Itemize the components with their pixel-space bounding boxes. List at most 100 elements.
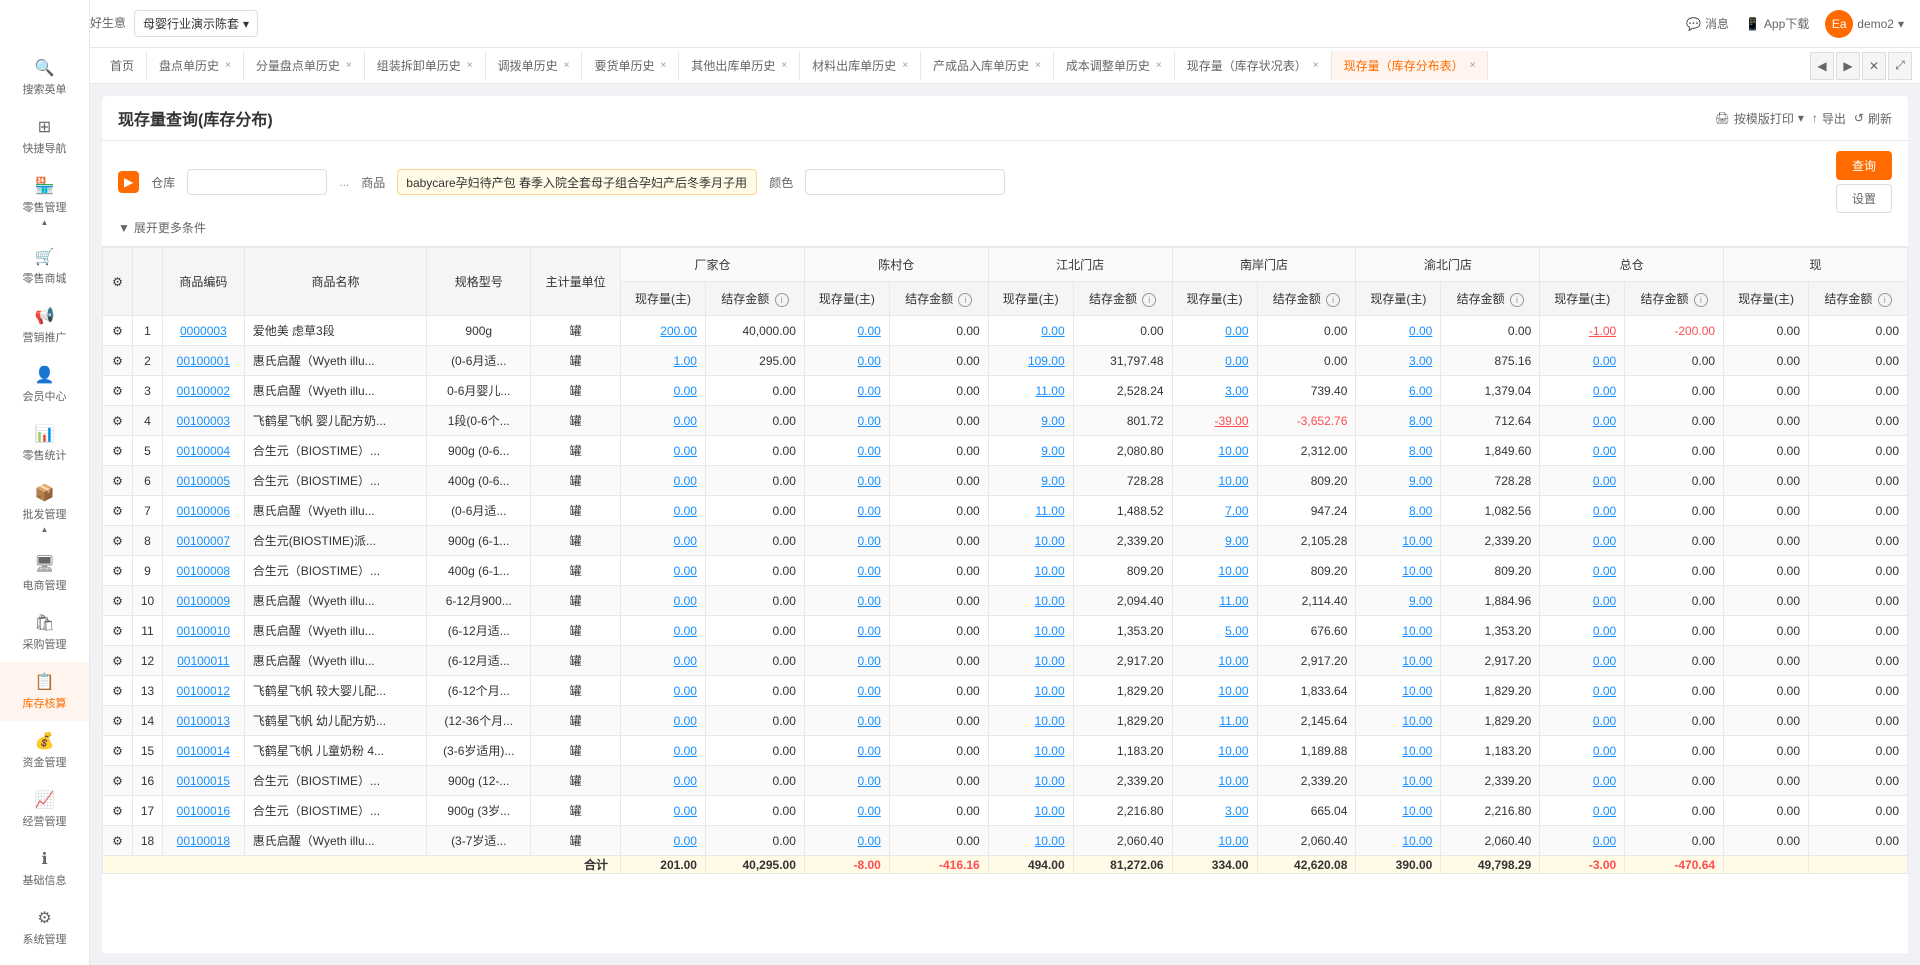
row-nanan-stock[interactable]: 0.00 bbox=[1172, 346, 1257, 376]
sidebar-item-finance[interactable]: 💰资金管理 bbox=[0, 721, 89, 780]
row-chenshi-stock[interactable]: 0.00 bbox=[804, 826, 889, 856]
row-settings[interactable]: ⚙ bbox=[103, 766, 133, 796]
tab-close-product-in[interactable]: × bbox=[1035, 60, 1041, 71]
row-total-stock[interactable]: 0.00 bbox=[1540, 406, 1625, 436]
row-total-stock[interactable]: 0.00 bbox=[1540, 496, 1625, 526]
row-total-stock[interactable]: 0.00 bbox=[1540, 706, 1625, 736]
row-chenshi-stock[interactable]: 0.00 bbox=[804, 766, 889, 796]
row-settings[interactable]: ⚙ bbox=[103, 316, 133, 346]
tab-close-inventory-count[interactable]: × bbox=[225, 60, 231, 71]
row-nanan-stock[interactable]: 7.00 bbox=[1172, 496, 1257, 526]
row-nanan-stock[interactable]: 9.00 bbox=[1172, 526, 1257, 556]
row-yubeimen-stock[interactable]: 10.00 bbox=[1356, 736, 1441, 766]
row-nanan-stock[interactable]: 3.00 bbox=[1172, 376, 1257, 406]
tab-close-other-out[interactable]: × bbox=[781, 60, 787, 71]
table-wrapper[interactable]: ⚙ 商品编码 商品名称 规格型号 主计量单位 厂家仓 陈村仓 江北门店 南岸门店… bbox=[102, 247, 1908, 953]
print-btn[interactable]: 🖨 按模版打印 ▾ bbox=[1715, 110, 1804, 127]
row-jiangbei-stock[interactable]: 10.00 bbox=[988, 676, 1073, 706]
chenshi-amt-info[interactable]: i bbox=[958, 293, 972, 307]
row-nanan-stock[interactable]: 10.00 bbox=[1172, 676, 1257, 706]
search-btn[interactable]: 查询 bbox=[1836, 151, 1892, 180]
expand-conditions-btn[interactable]: ▼ 展开更多条件 bbox=[118, 219, 1892, 236]
row-factory-stock[interactable]: 0.00 bbox=[621, 796, 706, 826]
sidebar-item-search[interactable]: 🔍搜索英单 bbox=[0, 48, 89, 107]
row-jiangbei-stock[interactable]: 10.00 bbox=[988, 616, 1073, 646]
row-settings[interactable]: ⚙ bbox=[103, 496, 133, 526]
row-chenshi-stock[interactable]: 0.00 bbox=[804, 346, 889, 376]
row-factory-stock[interactable]: 0.00 bbox=[621, 736, 706, 766]
sidebar-item-purchase[interactable]: 🛍采购管理 bbox=[0, 603, 89, 662]
tab-transfer[interactable]: 调拨单历史× bbox=[486, 51, 583, 80]
row-yubeimen-stock[interactable]: 8.00 bbox=[1356, 436, 1441, 466]
row-total-stock[interactable]: 0.00 bbox=[1540, 766, 1625, 796]
row-jiangbei-stock[interactable]: 11.00 bbox=[988, 376, 1073, 406]
color-input[interactable] bbox=[805, 169, 1005, 195]
row-chenshi-stock[interactable]: 0.00 bbox=[804, 736, 889, 766]
sidebar-item-retail-stats[interactable]: 📊零售统计 bbox=[0, 414, 89, 473]
yubeimen-amt-info[interactable]: i bbox=[1510, 293, 1524, 307]
row-settings[interactable]: ⚙ bbox=[103, 586, 133, 616]
setting-btn[interactable]: 设置 bbox=[1836, 184, 1892, 213]
row-settings[interactable]: ⚙ bbox=[103, 736, 133, 766]
tab-close-cost-adjust[interactable]: × bbox=[1156, 60, 1162, 71]
row-total-stock[interactable]: 0.00 bbox=[1540, 346, 1625, 376]
row-total-stock[interactable]: 0.00 bbox=[1540, 586, 1625, 616]
sidebar-item-basic[interactable]: ℹ基础信息 bbox=[0, 839, 89, 898]
row-jiangbei-stock[interactable]: 0.00 bbox=[988, 316, 1073, 346]
row-code[interactable]: 00100001 bbox=[163, 346, 245, 376]
factory-amt-info[interactable]: i bbox=[775, 293, 789, 307]
row-settings[interactable]: ⚙ bbox=[103, 346, 133, 376]
row-yubeimen-stock[interactable]: 10.00 bbox=[1356, 556, 1441, 586]
row-factory-stock[interactable]: 0.00 bbox=[621, 706, 706, 736]
sidebar-item-retail[interactable]: 🏪零售管理▲ bbox=[0, 166, 89, 237]
row-code[interactable]: 00100009 bbox=[163, 586, 245, 616]
row-jiangbei-stock[interactable]: 9.00 bbox=[988, 436, 1073, 466]
row-settings[interactable]: ⚙ bbox=[103, 556, 133, 586]
row-settings[interactable]: ⚙ bbox=[103, 676, 133, 706]
row-nanan-stock[interactable]: 10.00 bbox=[1172, 826, 1257, 856]
settings-col-header[interactable]: ⚙ bbox=[103, 248, 133, 316]
row-settings[interactable]: ⚙ bbox=[103, 406, 133, 436]
tab-close-stock-dist[interactable]: × bbox=[1470, 60, 1476, 71]
row-factory-stock[interactable]: 200.00 bbox=[621, 316, 706, 346]
current-amt-info[interactable]: i bbox=[1878, 293, 1892, 307]
refresh-btn[interactable]: ↺ 刷新 bbox=[1854, 110, 1892, 127]
row-factory-stock[interactable]: 0.00 bbox=[621, 556, 706, 586]
row-chenshi-stock[interactable]: 0.00 bbox=[804, 586, 889, 616]
tab-material-out[interactable]: 材料出库单历史× bbox=[800, 51, 921, 80]
row-factory-stock[interactable]: 0.00 bbox=[621, 526, 706, 556]
row-settings[interactable]: ⚙ bbox=[103, 706, 133, 736]
row-total-stock[interactable]: 0.00 bbox=[1540, 526, 1625, 556]
tab-close-transfer[interactable]: × bbox=[564, 60, 570, 71]
collapse-filter-btn[interactable]: ▶ bbox=[118, 171, 139, 193]
row-yubeimen-stock[interactable]: 3.00 bbox=[1356, 346, 1441, 376]
row-factory-stock[interactable]: 0.00 bbox=[621, 376, 706, 406]
row-code[interactable]: 00100005 bbox=[163, 466, 245, 496]
row-settings[interactable]: ⚙ bbox=[103, 466, 133, 496]
tab-close-all-btn[interactable]: ✕ bbox=[1862, 52, 1886, 80]
row-factory-stock[interactable]: 0.00 bbox=[621, 646, 706, 676]
tab-stock-status[interactable]: 现存量（库存状况表）× bbox=[1175, 51, 1332, 80]
row-chenshi-stock[interactable]: 0.00 bbox=[804, 436, 889, 466]
message-btn[interactable]: 💬 消息 bbox=[1686, 15, 1729, 32]
row-yubeimen-stock[interactable]: 10.00 bbox=[1356, 826, 1441, 856]
row-yubeimen-stock[interactable]: 9.00 bbox=[1356, 466, 1441, 496]
tab-home[interactable]: 首页 bbox=[98, 51, 147, 80]
row-chenshi-stock[interactable]: 0.00 bbox=[804, 406, 889, 436]
row-code[interactable]: 00100015 bbox=[163, 766, 245, 796]
row-chenshi-stock[interactable]: 0.00 bbox=[804, 706, 889, 736]
row-nanan-stock[interactable]: 5.00 bbox=[1172, 616, 1257, 646]
total-amt-info[interactable]: i bbox=[1694, 293, 1708, 307]
row-total-stock[interactable]: 0.00 bbox=[1540, 796, 1625, 826]
row-code[interactable]: 00100012 bbox=[163, 676, 245, 706]
tab-product-in[interactable]: 产成品入库单历史× bbox=[921, 51, 1054, 80]
row-total-stock[interactable]: 0.00 bbox=[1540, 376, 1625, 406]
sidebar-item-wholesale[interactable]: 📦批发管理▲ bbox=[0, 473, 89, 544]
sidebar-item-ecommerce[interactable]: 🖥电商管理 bbox=[0, 544, 89, 603]
jiangbei-amt-info[interactable]: i bbox=[1142, 293, 1156, 307]
row-nanan-stock[interactable]: 10.00 bbox=[1172, 646, 1257, 676]
row-jiangbei-stock[interactable]: 10.00 bbox=[988, 526, 1073, 556]
row-code[interactable]: 00100008 bbox=[163, 556, 245, 586]
row-nanan-stock[interactable]: 0.00 bbox=[1172, 316, 1257, 346]
sidebar-item-operations[interactable]: 📈经营管理 bbox=[0, 780, 89, 839]
